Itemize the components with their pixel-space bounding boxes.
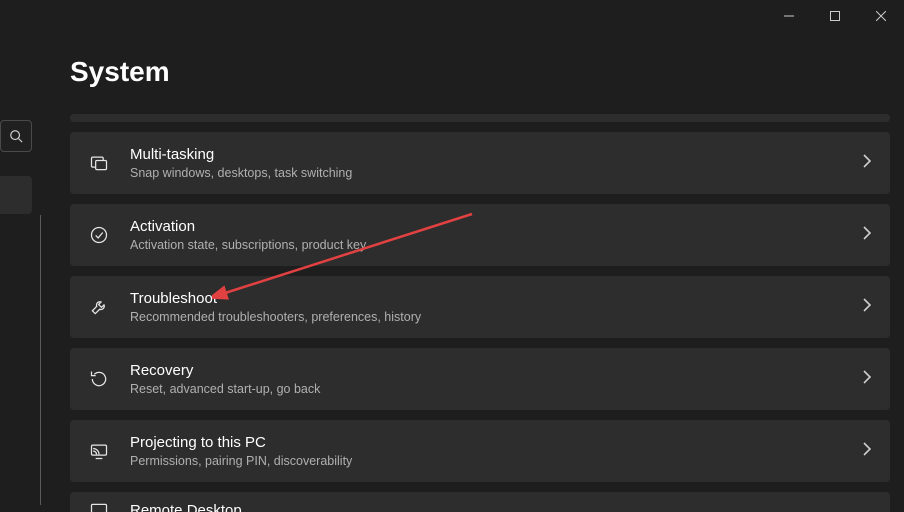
search-icon [9, 129, 23, 143]
search-button[interactable] [0, 120, 32, 152]
maximize-button[interactable] [812, 0, 858, 32]
settings-item-title: Remote Desktop [130, 502, 872, 512]
multitasking-icon [88, 152, 110, 174]
recovery-icon [88, 368, 110, 390]
settings-item-subtitle: Recommended troubleshooters, preferences… [130, 310, 862, 324]
settings-item-title: Recovery [130, 362, 862, 380]
chevron-right-icon [862, 154, 872, 173]
chevron-right-icon [862, 370, 872, 389]
close-button[interactable] [858, 0, 904, 32]
settings-item-remote-desktop[interactable]: Remote Desktop [70, 492, 890, 512]
settings-item-projecting[interactable]: Projecting to this PC Permissions, pairi… [70, 420, 890, 482]
settings-item-activation[interactable]: Activation Activation state, subscriptio… [70, 204, 890, 266]
activation-icon [88, 224, 110, 246]
settings-item-troubleshoot[interactable]: Troubleshoot Recommended troubleshooters… [70, 276, 890, 338]
settings-item-title: Multi-tasking [130, 146, 862, 164]
nav-selected-indicator[interactable] [0, 176, 32, 214]
window-titlebar [766, 0, 904, 32]
remote-desktop-icon [88, 500, 110, 512]
chevron-right-icon [862, 442, 872, 461]
settings-item-title: Troubleshoot [130, 290, 862, 308]
settings-item-subtitle: Reset, advanced start-up, go back [130, 382, 862, 396]
nav-separator [40, 215, 41, 505]
settings-item-subtitle: Snap windows, desktops, task switching [130, 166, 862, 180]
settings-item-title: Activation [130, 218, 862, 236]
troubleshoot-icon [88, 296, 110, 318]
minimize-button[interactable] [766, 0, 812, 32]
settings-item-recovery[interactable]: Recovery Reset, advanced start-up, go ba… [70, 348, 890, 410]
page-title: System [70, 56, 890, 88]
settings-item-subtitle: Activation state, subscriptions, product… [130, 238, 862, 252]
settings-item-multitasking[interactable]: Multi-tasking Snap windows, desktops, ta… [70, 132, 890, 194]
nav-rail [0, 120, 32, 214]
system-settings-content: System Multi-tasking Snap windows, deskt… [70, 56, 890, 512]
chevron-right-icon [862, 226, 872, 245]
partial-card-top[interactable] [70, 114, 890, 122]
settings-item-title: Projecting to this PC [130, 434, 862, 452]
chevron-right-icon [862, 298, 872, 317]
settings-item-subtitle: Permissions, pairing PIN, discoverabilit… [130, 454, 862, 468]
projecting-icon [88, 440, 110, 462]
